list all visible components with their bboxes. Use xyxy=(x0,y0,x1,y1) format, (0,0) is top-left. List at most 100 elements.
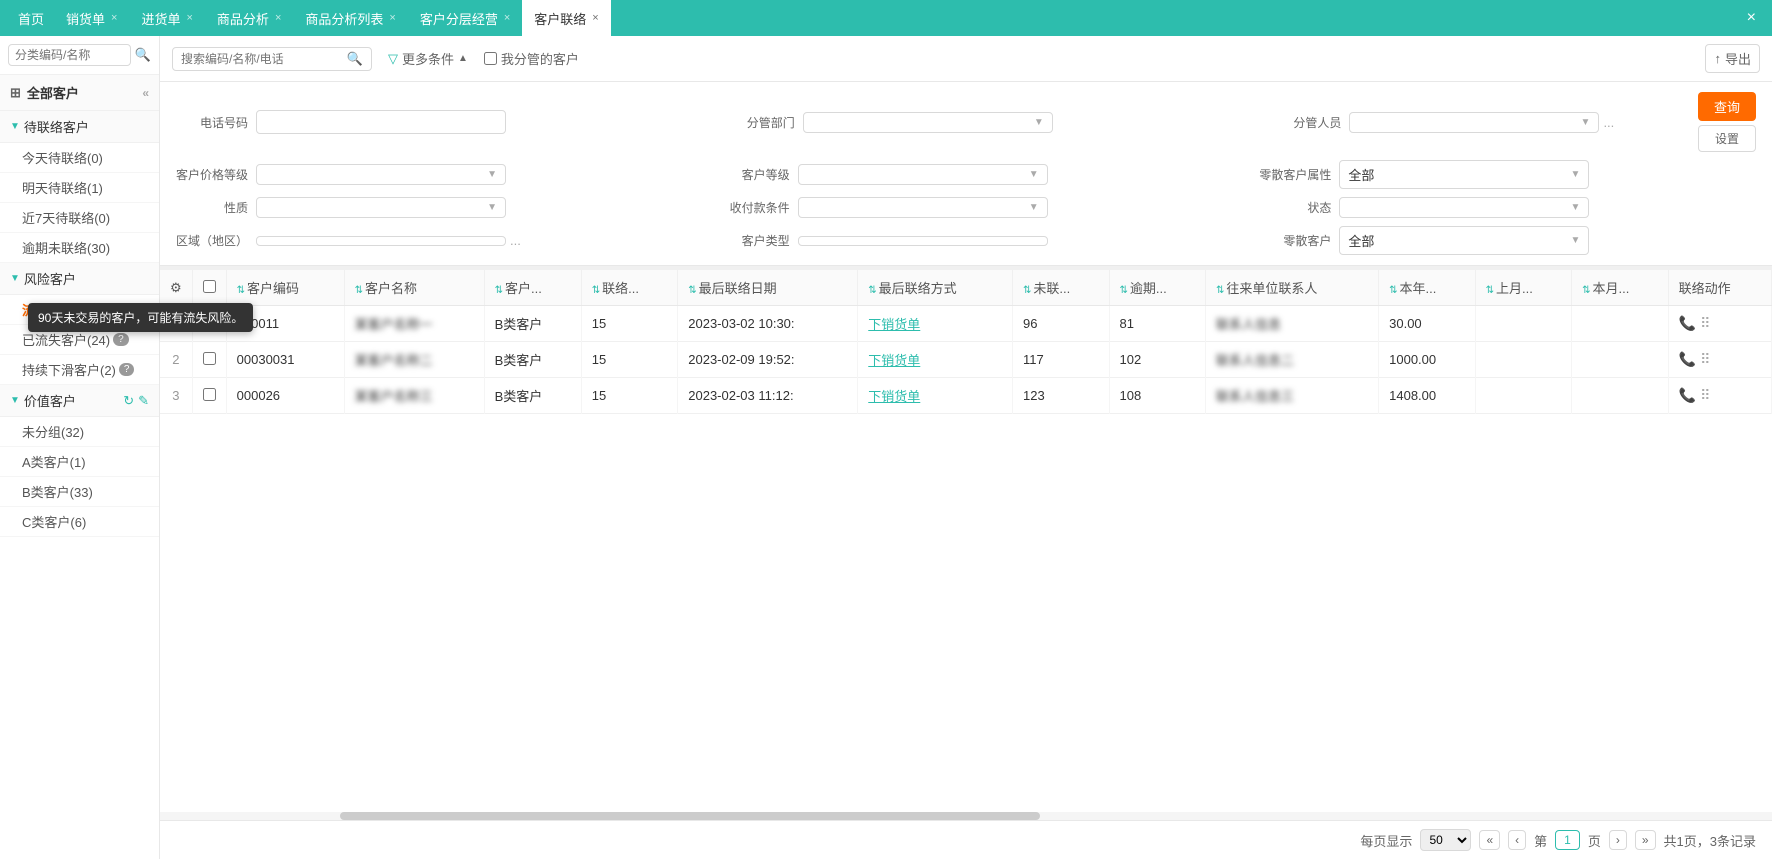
row-name-2: 某客户名称二 xyxy=(344,342,484,378)
sidebar-section-pending: ▼ 待联络客户 今天待联络(0) 明天待联络(1) 近7天待联络(0) 逾期未联… xyxy=(0,111,159,263)
sidebar-item-overdue-pending[interactable]: 逾期未联络(30) xyxy=(0,233,159,263)
row-2-checkbox[interactable] xyxy=(203,352,216,365)
risk-customers-header[interactable]: ▼ 风险客户 xyxy=(0,263,159,295)
nav-tab-sales[interactable]: 销货单 × xyxy=(54,0,129,36)
sort-type-icon[interactable]: ⇅ xyxy=(495,285,503,296)
action-more-1[interactable]: ⠿ xyxy=(1700,315,1710,332)
close-analysis-tab[interactable]: × xyxy=(275,12,281,24)
sidebar-collapse-button[interactable]: « xyxy=(142,86,149,100)
zero-attr-select[interactable]: 全部 ▼ xyxy=(1339,160,1589,189)
phone-input[interactable] xyxy=(256,110,506,134)
sort-uncontacted-icon[interactable]: ⇅ xyxy=(1023,285,1031,296)
region-more-icon[interactable]: ... xyxy=(506,233,525,248)
action-phone-2[interactable]: 📞 xyxy=(1679,351,1696,368)
row-name-3: 某客户名称三 xyxy=(344,378,484,414)
select-all-checkbox[interactable] xyxy=(203,280,216,293)
row-3-checkbox[interactable] xyxy=(203,388,216,401)
next-page-button[interactable]: › xyxy=(1609,830,1627,850)
sort-name-icon[interactable]: ⇅ xyxy=(355,285,363,296)
grid-icon: ⊞ xyxy=(10,85,21,101)
first-page-button[interactable]: « xyxy=(1479,830,1500,850)
search-icon[interactable]: 🔍 xyxy=(347,51,363,67)
last-page-button[interactable]: » xyxy=(1635,830,1656,850)
window-close-button[interactable]: × xyxy=(1739,9,1764,27)
close-purchase-tab[interactable]: × xyxy=(186,12,192,24)
query-button[interactable]: 查询 xyxy=(1698,92,1756,121)
sidebar-item-class-b[interactable]: B类客户(33) xyxy=(0,477,159,507)
sidebar-item-7days-pending[interactable]: 近7天待联络(0) xyxy=(0,203,159,233)
action-more-3[interactable]: ⠿ xyxy=(1700,387,1710,404)
row-contact-1: 15 xyxy=(581,306,678,342)
close-customer-tier-tab[interactable]: × xyxy=(504,12,510,24)
pending-contact-header[interactable]: ▼ 待联络客户 xyxy=(0,111,159,143)
sidebar-item-declining[interactable]: 持续下滑客户(2) ? xyxy=(0,355,159,385)
sort-code-icon[interactable]: ⇅ xyxy=(237,285,245,296)
customer-grade-select[interactable]: ▼ xyxy=(798,164,1048,185)
nav-tab-customer-contact[interactable]: 客户联络 × xyxy=(522,0,610,36)
row-method-2-link[interactable]: 下销货单 xyxy=(868,353,920,368)
sidebar-search-icon[interactable]: 🔍 xyxy=(135,47,151,63)
edit-icon[interactable]: ✎ xyxy=(138,393,149,409)
sidebar-item-class-c[interactable]: C类客户(6) xyxy=(0,507,159,537)
sidebar-search-input[interactable] xyxy=(8,44,131,66)
customer-type-select[interactable] xyxy=(798,236,1048,246)
person-more-icon[interactable]: ... xyxy=(1599,115,1618,130)
row-name-1: 某客户名称一 xyxy=(344,306,484,342)
sidebar-section-value: ▼ 价值客户 ↻ ✎ 未分组(32) A类客户(1) B类客户(33) C类客户… xyxy=(0,385,159,537)
row-overdue-1: 81 xyxy=(1109,306,1206,342)
row-method-1-link[interactable]: 下销货单 xyxy=(868,317,920,332)
action-phone-3[interactable]: 📞 xyxy=(1679,387,1696,404)
sort-this-month-icon[interactable]: ⇅ xyxy=(1582,285,1590,296)
sort-date-icon[interactable]: ⇅ xyxy=(688,285,696,296)
per-page-select[interactable]: 50 100 xyxy=(1420,829,1471,851)
prev-page-button[interactable]: ‹ xyxy=(1508,830,1526,850)
sort-overdue-icon[interactable]: ⇅ xyxy=(1120,285,1128,296)
sort-method-icon[interactable]: ⇅ xyxy=(868,285,876,296)
horizontal-scrollbar[interactable] xyxy=(160,812,1772,820)
price-grade-select[interactable]: ▼ xyxy=(256,164,506,185)
value-customers-header[interactable]: ▼ 价值客户 ↻ ✎ xyxy=(0,385,159,417)
action-phone-1[interactable]: 📞 xyxy=(1679,315,1696,332)
nature-select[interactable]: ▼ xyxy=(256,197,506,218)
table-row: 3 000026 某客户名称三 B类客户 15 2023-02-03 11:12… xyxy=(160,378,1772,414)
nav-tab-home[interactable]: 首页 xyxy=(8,0,54,36)
close-customer-contact-tab[interactable]: × xyxy=(592,12,598,24)
nav-tab-purchase[interactable]: 进货单 × xyxy=(129,0,204,36)
search-input[interactable] xyxy=(181,52,347,66)
sort-year-icon[interactable]: ⇅ xyxy=(1389,285,1397,296)
sidebar-item-tomorrow-pending[interactable]: 明天待联络(1) xyxy=(0,173,159,203)
sort-last-month-icon[interactable]: ⇅ xyxy=(1486,285,1494,296)
sort-contact-icon[interactable]: ⇅ xyxy=(592,285,600,296)
row-contact-2: 15 xyxy=(581,342,678,378)
my-customers-checkbox[interactable] xyxy=(484,52,497,65)
region-select[interactable] xyxy=(256,236,506,246)
row-code-3: 000026 xyxy=(226,378,344,414)
sidebar-item-class-a[interactable]: A类客户(1) xyxy=(0,447,159,477)
row-type-3: B类客户 xyxy=(484,378,581,414)
row-method-3-link[interactable]: 下销货单 xyxy=(868,389,920,404)
zero-customer-select[interactable]: 全部 ▼ xyxy=(1339,226,1589,255)
close-sales-tab[interactable]: × xyxy=(111,12,117,24)
export-button[interactable]: ↑ 导出 xyxy=(1705,44,1760,73)
action-more-2[interactable]: ⠿ xyxy=(1700,351,1710,368)
nav-tab-customer-tier[interactable]: 客户分层经营 × xyxy=(408,0,522,36)
col-name: ⇅客户名称 xyxy=(344,270,484,306)
payment-arrow: ▼ xyxy=(1029,202,1039,213)
dept-select[interactable]: ▼ xyxy=(803,112,1053,133)
person-select[interactable]: ▼ xyxy=(1349,112,1599,133)
sort-person-icon[interactable]: ⇅ xyxy=(1216,285,1224,296)
col-settings[interactable]: ⚙ xyxy=(160,270,192,306)
nav-tab-analysis[interactable]: 商品分析 × xyxy=(205,0,293,36)
payment-select[interactable]: ▼ xyxy=(798,197,1048,218)
sidebar-item-today-pending[interactable]: 今天待联络(0) xyxy=(0,143,159,173)
close-analysis-list-tab[interactable]: × xyxy=(389,12,395,24)
sidebar-item-ungrouped[interactable]: 未分组(32) xyxy=(0,417,159,447)
refresh-icon[interactable]: ↻ xyxy=(123,393,134,409)
churned-badge: ? xyxy=(113,333,129,346)
settings-button[interactable]: 设置 xyxy=(1698,125,1756,152)
more-conditions-button[interactable]: ▽ 更多条件 ▲ xyxy=(380,45,476,72)
nav-tab-analysis-list[interactable]: 商品分析列表 × xyxy=(293,0,407,36)
region-field: 区域（地区） ... xyxy=(176,232,593,249)
scrollbar-thumb[interactable] xyxy=(340,812,1040,820)
status-select[interactable]: ▼ xyxy=(1339,197,1589,218)
